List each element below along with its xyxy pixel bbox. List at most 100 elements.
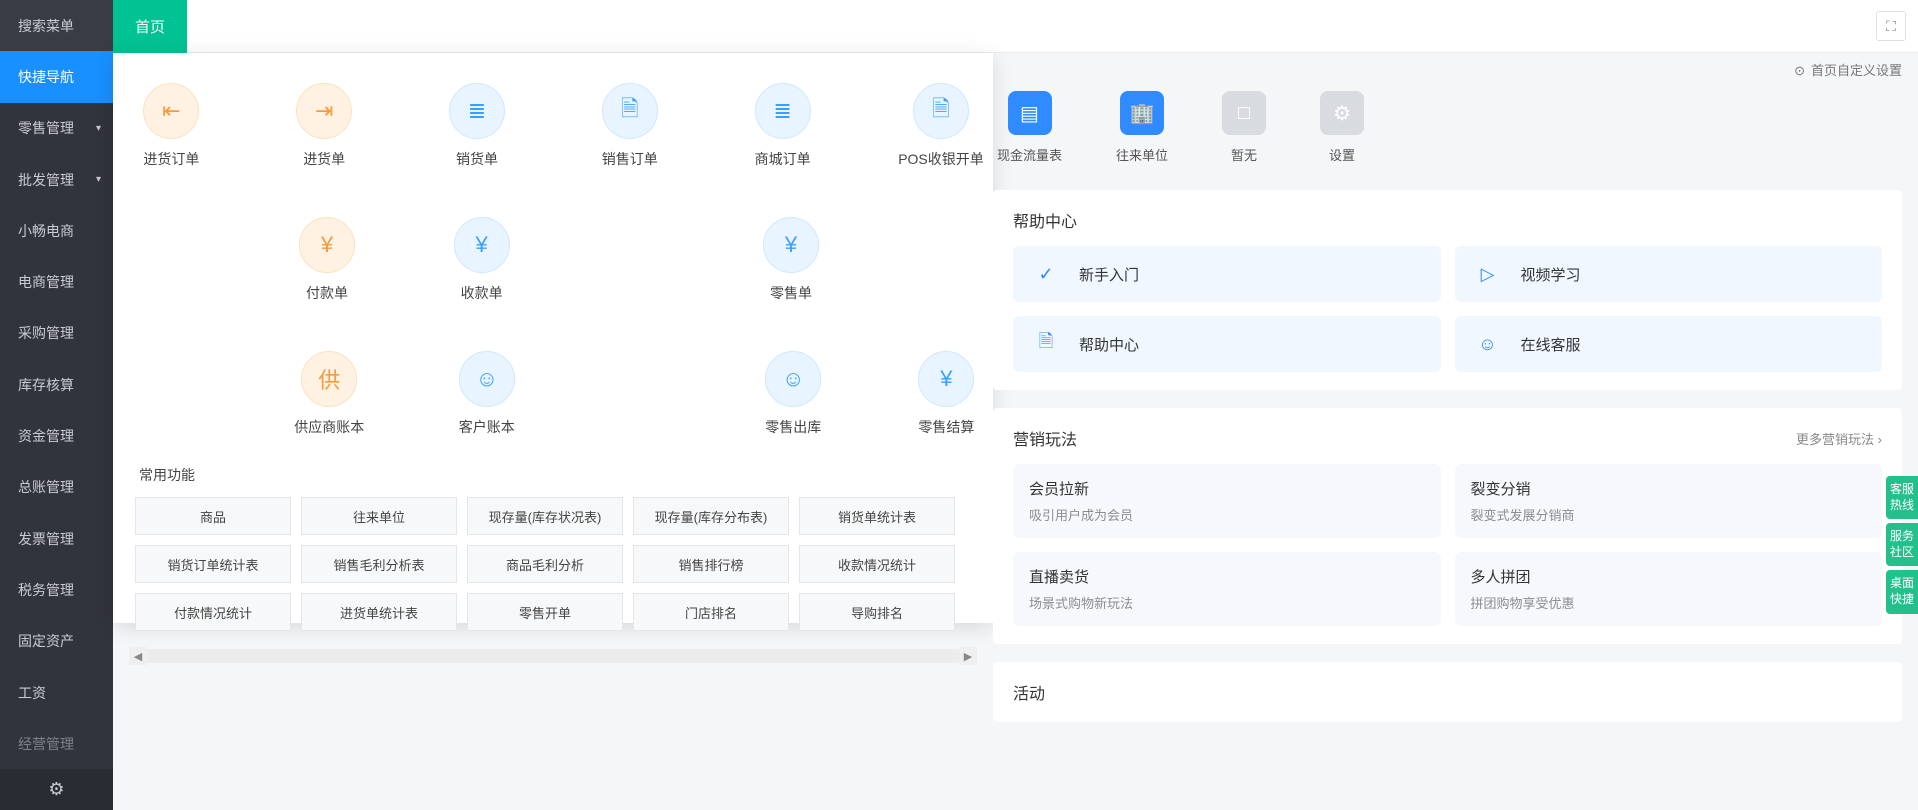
flow-node[interactable]: ¥ 收款单 xyxy=(450,217,513,303)
side-tag[interactable]: 客服 热线 xyxy=(1886,476,1918,519)
help-card[interactable]: ☺ 在线客服 xyxy=(1455,316,1883,372)
home-customize-link[interactable]: ⊙首页自定义设置 xyxy=(993,60,1902,79)
common-function-button[interactable]: 零售开单 xyxy=(467,593,623,631)
mkt-card-sub: 场景式购物新玩法 xyxy=(1029,593,1425,612)
flow-label: 销售订单 xyxy=(602,149,658,169)
mkt-more-link[interactable]: 更多营销玩法 › xyxy=(1796,429,1882,448)
common-function-button[interactable]: 销售排行榜 xyxy=(633,545,789,583)
side-tag[interactable]: 服务 社区 xyxy=(1886,523,1918,566)
mkt-card-sub: 吸引用户成为会员 xyxy=(1029,505,1425,524)
common-function-button[interactable]: 现存量(库存分布表) xyxy=(633,497,789,535)
common-function-button[interactable]: 收款情况统计 xyxy=(799,545,955,583)
flow-node[interactable]: ☺ 客户账本 xyxy=(456,351,517,437)
quick-tiles: ▤ 现金流量表 🏢 往来单位 □ 暂无 ⚙ 设置 xyxy=(993,91,1902,164)
common-function-button[interactable]: 导购排名 xyxy=(799,593,955,631)
sidebar-item-purchase[interactable]: 采购管理 xyxy=(0,308,113,359)
tab-home[interactable]: 首页 xyxy=(113,0,187,53)
flow-node[interactable]: 🗎 销售订单 xyxy=(599,83,660,169)
flow-node[interactable]: ¥ 零售单 xyxy=(760,217,823,303)
sidebar-item-salary[interactable]: 工资 xyxy=(0,667,113,718)
flow-node[interactable]: 🗎 POS收银开单 xyxy=(905,83,977,169)
help-card-icon: 🗎 xyxy=(1031,329,1061,359)
mkt-title: 营销玩法 xyxy=(1013,426,1077,450)
common-function-button[interactable]: 销售毛利分析表 xyxy=(301,545,457,583)
flow-icon: 🗎 xyxy=(913,83,969,139)
scroll-right-icon[interactable]: ▶ xyxy=(959,647,977,665)
marketing-card[interactable]: 多人拼团 拼团购物享受优惠 xyxy=(1455,552,1883,626)
quick-tile[interactable]: 🏢 往来单位 xyxy=(1116,91,1168,164)
help-card-icon: ▷ xyxy=(1473,259,1503,289)
help-card-icon: ☺ xyxy=(1473,329,1503,359)
horizontal-scrollbar[interactable]: ◀ ▶ xyxy=(129,647,977,665)
help-title: 帮助中心 xyxy=(1013,208,1077,232)
common-function-button[interactable]: 销货单统计表 xyxy=(799,497,955,535)
sidebar-item-funds[interactable]: 资金管理 xyxy=(0,410,113,461)
help-panel: 帮助中心 ✓ 新手入门 ▷ 视频学习 🗎 帮助中心 ☺ 在线客服 xyxy=(993,190,1902,390)
sidebar-item-inventory[interactable]: 库存核算 xyxy=(0,359,113,410)
quick-tile-label: 往来单位 xyxy=(1116,145,1168,164)
quick-tile-icon: ▤ xyxy=(1008,91,1052,135)
fullscreen-button[interactable]: ⛶ xyxy=(1876,11,1906,41)
sidebar: 搜索菜单 快捷导航 零售管理▾ 批发管理▾ 小畅电商 电商管理 采购管理 库存核… xyxy=(0,0,113,810)
common-function-button[interactable]: 往来单位 xyxy=(301,497,457,535)
flow-label: 付款单 xyxy=(306,283,348,303)
flow-label: 零售单 xyxy=(770,283,812,303)
quick-tile-label: 设置 xyxy=(1329,145,1355,164)
quick-tile[interactable]: ⚙ 设置 xyxy=(1320,91,1364,164)
flow-icon: ¥ xyxy=(299,217,355,273)
flow-icon: ⇤ xyxy=(143,83,199,139)
topbar: 首页 ⛶ xyxy=(113,0,1918,53)
common-function-button[interactable]: 商品 xyxy=(135,497,291,535)
marketing-card[interactable]: 直播卖货 场景式购物新玩法 xyxy=(1013,552,1441,626)
sidebar-item-invoice[interactable]: 发票管理 xyxy=(0,513,113,564)
sidebar-item-ecom[interactable]: 电商管理 xyxy=(0,256,113,307)
scroll-left-icon[interactable]: ◀ xyxy=(129,647,147,665)
help-card[interactable]: 🗎 帮助中心 xyxy=(1013,316,1441,372)
quick-tile[interactable]: □ 暂无 xyxy=(1222,91,1266,164)
common-function-button[interactable]: 销货订单统计表 xyxy=(135,545,291,583)
sidebar-item-xc-ecom[interactable]: 小畅电商 xyxy=(0,205,113,256)
flow-node[interactable]: 供 供应商账本 xyxy=(294,351,364,437)
right-zone: ⊙首页自定义设置 ▤ 现金流量表 🏢 往来单位 □ 暂无 ⚙ 设置 帮助中心 ✓… xyxy=(993,60,1902,740)
quick-tile-icon: ⚙ xyxy=(1320,91,1364,135)
marketing-card[interactable]: 会员拉新 吸引用户成为会员 xyxy=(1013,464,1441,538)
flow-node[interactable]: ≣ 销货单 xyxy=(447,83,508,169)
sidebar-item-ledger[interactable]: 总账管理 xyxy=(0,462,113,513)
common-function-button[interactable]: 商品毛利分析 xyxy=(467,545,623,583)
side-tag[interactable]: 桌面 快捷 xyxy=(1886,570,1918,613)
common-function-button[interactable]: 门店排名 xyxy=(633,593,789,631)
flow-icon: 🗎 xyxy=(602,83,658,139)
flow-node[interactable]: ≣ 商城订单 xyxy=(752,83,813,169)
sidebar-item-assets[interactable]: 固定资产 xyxy=(0,616,113,667)
flow-node[interactable]: ¥ 零售结算 xyxy=(916,351,977,437)
marketing-card[interactable]: 裂变分销 裂变式发展分销商 xyxy=(1455,464,1883,538)
help-card[interactable]: ✓ 新手入门 xyxy=(1013,246,1441,302)
help-card-label: 帮助中心 xyxy=(1079,334,1139,355)
caret-down-icon: ▾ xyxy=(96,123,101,134)
scroll-track[interactable] xyxy=(147,649,959,663)
sidebar-item-wholesale[interactable]: 批发管理▾ xyxy=(0,154,113,205)
flow-label: 进货单 xyxy=(303,149,345,169)
sidebar-item-retail[interactable]: 零售管理▾ xyxy=(0,103,113,154)
quick-tile[interactable]: ▤ 现金流量表 xyxy=(997,91,1062,164)
flow-label: 商城订单 xyxy=(755,149,811,169)
common-function-button[interactable]: 现存量(库存状况表) xyxy=(467,497,623,535)
flow-label: 供应商账本 xyxy=(294,417,364,437)
sidebar-search[interactable]: 搜索菜单 xyxy=(0,0,113,51)
help-card[interactable]: ▷ 视频学习 xyxy=(1455,246,1883,302)
common-function-button[interactable]: 付款情况统计 xyxy=(135,593,291,631)
common-function-button[interactable]: 进货单统计表 xyxy=(301,593,457,631)
flow-node[interactable]: ⇥ 进货单 xyxy=(294,83,355,169)
flow-node[interactable]: ⇤ 进货订单 xyxy=(141,83,202,169)
sidebar-settings[interactable]: ⚙ xyxy=(0,769,113,810)
sidebar-item-tax[interactable]: 税务管理 xyxy=(0,564,113,615)
flow-node[interactable]: ¥ 付款单 xyxy=(296,217,359,303)
flow-diagram: ⇤ 进货订单 ⇥ 进货单 ≣ 销货单 🗎 销售订单 ≣ 商城订单 🗎 POS收银… xyxy=(129,83,977,437)
gear-icon: ⚙ xyxy=(48,779,64,800)
sidebar-item-quicknav[interactable]: 快捷导航 xyxy=(0,51,113,102)
help-card-icon: ✓ xyxy=(1031,259,1061,289)
sidebar-item-ops[interactable]: 经营管理 xyxy=(0,718,113,769)
flow-icon: ☺ xyxy=(459,351,515,407)
mkt-card-title: 直播卖货 xyxy=(1029,566,1425,587)
flow-node[interactable]: ☺ 零售出库 xyxy=(763,351,824,437)
